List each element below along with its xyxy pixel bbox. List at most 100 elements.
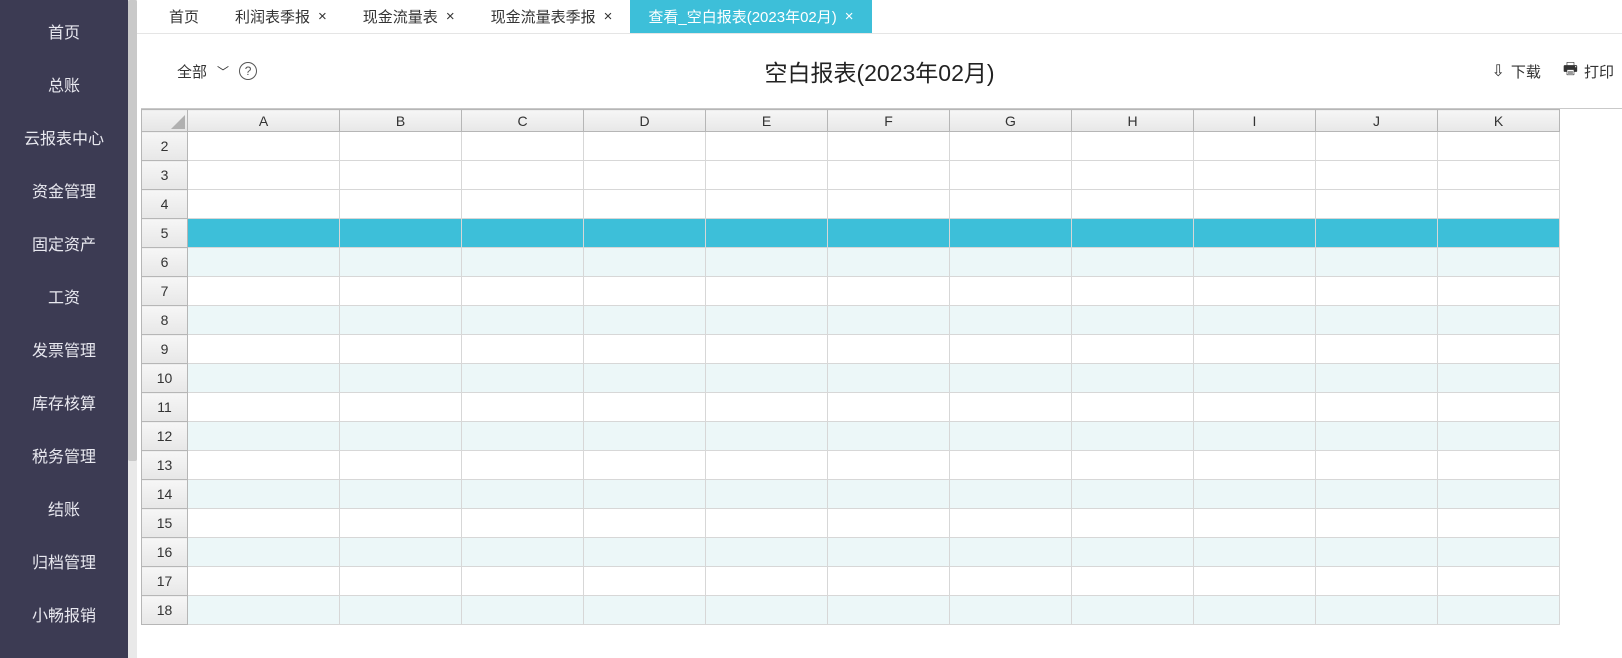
cell-K6[interactable] [1438,248,1560,277]
cell-C3[interactable] [462,161,584,190]
cell-C14[interactable] [462,480,584,509]
column-header-G[interactable]: G [950,110,1072,132]
row-header-8[interactable]: 8 [142,306,188,335]
cell-J8[interactable] [1316,306,1438,335]
cell-J3[interactable] [1316,161,1438,190]
cell-A10[interactable] [188,364,340,393]
cell-B5[interactable] [340,219,462,248]
cell-G7[interactable] [950,277,1072,306]
column-header-D[interactable]: D [584,110,706,132]
cell-C11[interactable] [462,393,584,422]
cell-I17[interactable] [1194,567,1316,596]
row-header-2[interactable]: 2 [142,132,188,161]
cell-J15[interactable] [1316,509,1438,538]
cell-B17[interactable] [340,567,462,596]
cell-H3[interactable] [1072,161,1194,190]
sidebar-item-3[interactable]: 资金管理 [0,163,128,216]
row-header-10[interactable]: 10 [142,364,188,393]
sidebar-item-6[interactable]: 发票管理 [0,322,128,375]
cell-I2[interactable] [1194,132,1316,161]
cell-G2[interactable] [950,132,1072,161]
cell-D5[interactable] [584,219,706,248]
cell-A11[interactable] [188,393,340,422]
cell-B12[interactable] [340,422,462,451]
row-header-6[interactable]: 6 [142,248,188,277]
cell-G18[interactable] [950,596,1072,625]
cell-F8[interactable] [828,306,950,335]
cell-I14[interactable] [1194,480,1316,509]
cell-C16[interactable] [462,538,584,567]
sidebar-item-0[interactable]: 首页 [0,4,128,57]
cell-F3[interactable] [828,161,950,190]
cell-B3[interactable] [340,161,462,190]
cell-H12[interactable] [1072,422,1194,451]
cell-D4[interactable] [584,190,706,219]
cell-K17[interactable] [1438,567,1560,596]
cell-K9[interactable] [1438,335,1560,364]
cell-D15[interactable] [584,509,706,538]
sidebar-item-10[interactable]: 归档管理 [0,534,128,587]
cell-A4[interactable] [188,190,340,219]
cell-K7[interactable] [1438,277,1560,306]
cell-A18[interactable] [188,596,340,625]
cell-I6[interactable] [1194,248,1316,277]
cell-E3[interactable] [706,161,828,190]
cell-E17[interactable] [706,567,828,596]
cell-E6[interactable] [706,248,828,277]
cell-I10[interactable] [1194,364,1316,393]
cell-C10[interactable] [462,364,584,393]
cell-D2[interactable] [584,132,706,161]
cell-G8[interactable] [950,306,1072,335]
cell-B16[interactable] [340,538,462,567]
cell-B13[interactable] [340,451,462,480]
row-header-9[interactable]: 9 [142,335,188,364]
cell-H16[interactable] [1072,538,1194,567]
tab-0[interactable]: 首页 [151,0,217,33]
cell-C13[interactable] [462,451,584,480]
cell-D9[interactable] [584,335,706,364]
cell-B6[interactable] [340,248,462,277]
cell-G11[interactable] [950,393,1072,422]
cell-F6[interactable] [828,248,950,277]
cell-K3[interactable] [1438,161,1560,190]
cell-H6[interactable] [1072,248,1194,277]
cell-I18[interactable] [1194,596,1316,625]
cell-F13[interactable] [828,451,950,480]
cell-K13[interactable] [1438,451,1560,480]
cell-H7[interactable] [1072,277,1194,306]
cell-H2[interactable] [1072,132,1194,161]
sidebar-scrollbar-thumb[interactable] [128,0,137,461]
cell-J16[interactable] [1316,538,1438,567]
row-header-17[interactable]: 17 [142,567,188,596]
cell-G3[interactable] [950,161,1072,190]
cell-D7[interactable] [584,277,706,306]
cell-F18[interactable] [828,596,950,625]
cell-H4[interactable] [1072,190,1194,219]
cell-J9[interactable] [1316,335,1438,364]
close-icon[interactable]: × [604,9,613,24]
cell-E8[interactable] [706,306,828,335]
cell-K16[interactable] [1438,538,1560,567]
cell-A3[interactable] [188,161,340,190]
cell-H8[interactable] [1072,306,1194,335]
cell-B15[interactable] [340,509,462,538]
sidebar-item-2[interactable]: 云报表中心 [0,110,128,163]
cell-B18[interactable] [340,596,462,625]
cell-I11[interactable] [1194,393,1316,422]
cell-C2[interactable] [462,132,584,161]
cell-G10[interactable] [950,364,1072,393]
tab-3[interactable]: 现金流量表季报× [473,0,631,33]
row-header-4[interactable]: 4 [142,190,188,219]
cell-K2[interactable] [1438,132,1560,161]
sidebar-item-5[interactable]: 工资 [0,269,128,322]
cell-C17[interactable] [462,567,584,596]
help-icon[interactable]: ? [239,62,257,80]
row-header-11[interactable]: 11 [142,393,188,422]
cell-J17[interactable] [1316,567,1438,596]
chevron-down-icon[interactable]: ﹀ [217,63,229,80]
cell-F2[interactable] [828,132,950,161]
cell-G16[interactable] [950,538,1072,567]
cell-K10[interactable] [1438,364,1560,393]
cell-B14[interactable] [340,480,462,509]
spreadsheet[interactable]: ABCDEFGHIJK23456789101112131415161718 [141,108,1622,658]
